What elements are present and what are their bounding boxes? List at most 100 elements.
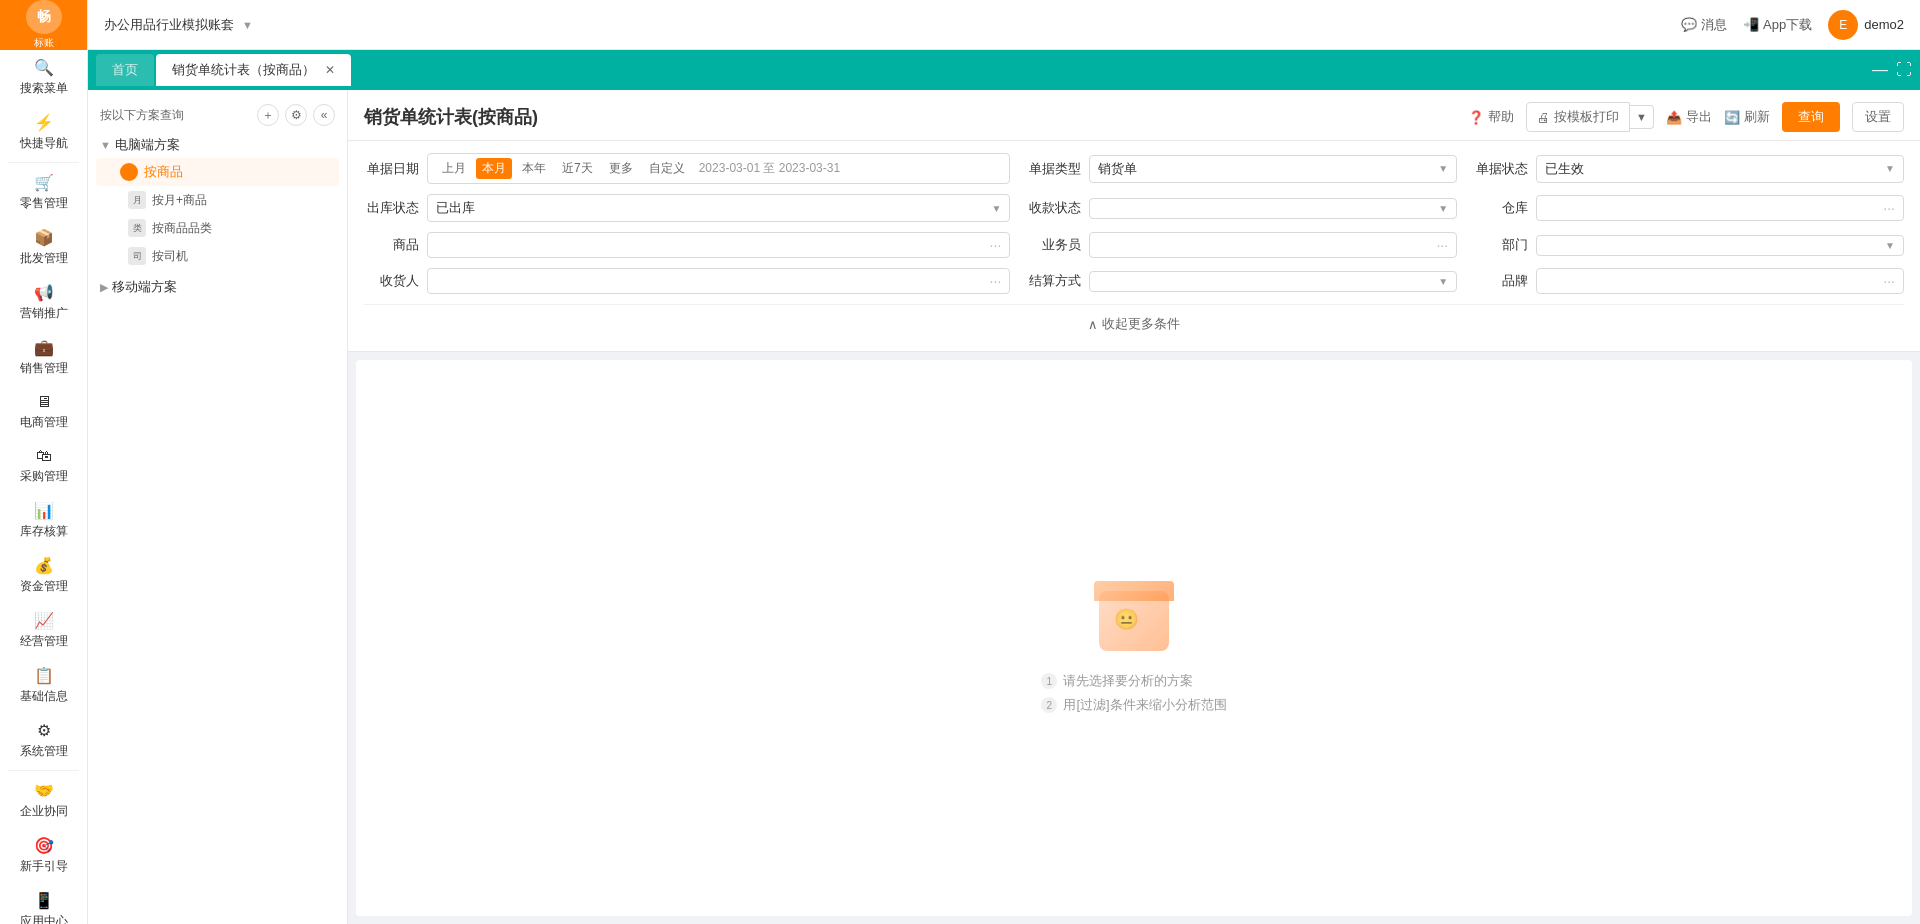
scheme-group-pc-header[interactable]: ▼ 电脑端方案 — [96, 132, 339, 158]
brand-control[interactable]: ··· — [1536, 268, 1904, 294]
dept-control[interactable]: ▼ — [1536, 235, 1904, 256]
doc-type-control[interactable]: 销货单 ▼ — [1089, 155, 1457, 183]
refresh-btn[interactable]: 🔄 刷新 — [1724, 108, 1770, 126]
date-tab-more[interactable]: 更多 — [603, 158, 639, 179]
warehouse-dots-icon[interactable]: ··· — [1883, 200, 1895, 216]
sidebar-item-search[interactable]: 🔍 搜索菜单 — [0, 50, 87, 105]
settlement-control[interactable]: ▼ — [1089, 271, 1457, 292]
left-panel-title: 按以下方案查询 ＋ ⚙ « — [96, 98, 339, 132]
date-control[interactable]: 上月 本月 本年 近7天 更多 自定义 2023-03-01 至 2023-03… — [427, 153, 1010, 184]
tab-close-icon[interactable]: ✕ — [325, 63, 335, 77]
sidebar-item-retail[interactable]: 🛒 零售管理 — [0, 165, 87, 220]
sidebar-item-finance[interactable]: 💰 资金管理 — [0, 548, 87, 603]
warehouse-control[interactable]: ··· — [1536, 195, 1904, 221]
sidebar-item-wholesale[interactable]: 📦 批发管理 — [0, 220, 87, 275]
sidebar-item-enterprise-coop[interactable]: 🤝 企业协同 — [0, 773, 87, 828]
sidebar-item-guide[interactable]: 🎯 新手引导 — [0, 828, 87, 883]
tab-maximize-icon[interactable]: ⛶ — [1896, 61, 1912, 79]
sidebar-item-ecommerce[interactable]: 🖥 电商管理 — [0, 385, 87, 439]
scheme-item-by-category[interactable]: 类 按商品品类 — [96, 214, 339, 242]
app-download-label: App下载 — [1763, 16, 1812, 34]
add-scheme-btn[interactable]: ＋ — [257, 104, 279, 126]
tab-home[interactable]: 首页 — [96, 54, 154, 86]
page-title: 销货单统计表(按商品) — [364, 105, 538, 129]
settings-scheme-btn[interactable]: ⚙ — [285, 104, 307, 126]
tab-minimize-icon[interactable]: — — [1872, 61, 1888, 79]
date-range: 2023-03-01 至 2023-03-31 — [699, 160, 840, 177]
print-btn[interactable]: 🖨 按模板打印 — [1526, 102, 1630, 132]
scheme-item-by-driver[interactable]: 司 按司机 — [96, 242, 339, 270]
scheme-item-icon-square3: 司 — [128, 247, 146, 265]
main-content: 办公用品行业模拟账套 ▼ 💬 消息 📲 App下载 E demo2 首页 — [88, 0, 1920, 924]
help-icon: ❓ — [1468, 110, 1484, 125]
date-tab-last-month[interactable]: 上月 — [436, 158, 472, 179]
search-icon: 🔍 — [34, 58, 54, 77]
product-dots-icon[interactable]: ··· — [990, 237, 1002, 253]
user-name: demo2 — [1864, 17, 1904, 32]
print-dropdown-arrow[interactable]: ▼ — [1630, 105, 1654, 129]
operations-icon: 📈 — [34, 611, 54, 630]
logo-char: 畅 — [37, 8, 51, 26]
sidebar-item-label: 库存核算 — [20, 523, 68, 540]
consignee-control[interactable]: ··· — [427, 268, 1010, 294]
tab-report[interactable]: 销货单统计表（按商品） ✕ — [156, 54, 351, 86]
date-tab-7days[interactable]: 近7天 — [556, 158, 599, 179]
message-btn[interactable]: 💬 消息 — [1681, 16, 1727, 34]
sidebar-item-label: 零售管理 — [20, 195, 68, 212]
app-download-icon: 📲 — [1743, 17, 1759, 32]
scheme-group-pc: ▼ 电脑端方案 按商品 月 按月+商品 类 按商品品类 司 按司机 — [96, 132, 339, 270]
sidebar-item-inventory[interactable]: 📊 库存核算 — [0, 493, 87, 548]
query-label: 查询 — [1798, 108, 1824, 126]
app-download-btn[interactable]: 📲 App下载 — [1743, 16, 1812, 34]
filter-item-settlement: 结算方式 ▼ — [1026, 271, 1457, 292]
date-tab-this-year[interactable]: 本年 — [516, 158, 552, 179]
user-area[interactable]: E demo2 — [1828, 10, 1904, 40]
sidebar-item-sales[interactable]: 💼 销售管理 — [0, 330, 87, 385]
sidebar-item-operations[interactable]: 📈 经营管理 — [0, 603, 87, 658]
sidebar-item-marketing[interactable]: 📢 营销推广 — [0, 275, 87, 330]
salesman-control[interactable]: ··· — [1089, 232, 1457, 258]
collapse-more-btn[interactable]: ∧ 收起更多条件 — [1082, 309, 1186, 339]
sidebar-nav: 🔍 搜索菜单 ⚡ 快捷导航 🛒 零售管理 📦 批发管理 📢 营销推广 💼 销售管… — [0, 50, 87, 924]
date-tab-this-month[interactable]: 本月 — [476, 158, 512, 179]
filter-row-2: 出库状态 已出库 ▼ 收款状态 ▼ 仓库 — [364, 194, 1904, 222]
warehouse-out-arrow-icon: ▼ — [991, 203, 1001, 214]
sidebar-item-label: 系统管理 — [20, 743, 68, 760]
help-btn[interactable]: ❓ 帮助 — [1468, 108, 1514, 126]
salesman-dots-icon[interactable]: ··· — [1436, 237, 1448, 253]
logo-text: 标账 — [34, 36, 54, 50]
wholesale-icon: 📦 — [34, 228, 54, 247]
filter-item-consignee: 收货人 ··· — [364, 268, 1010, 294]
filter-item-dept: 部门 ▼ — [1473, 235, 1904, 256]
warehouse-out-control[interactable]: 已出库 ▼ — [427, 194, 1010, 222]
receipt-status-control[interactable]: ▼ — [1089, 198, 1457, 219]
product-control[interactable]: ··· — [427, 232, 1010, 258]
avatar-text: E — [1839, 18, 1847, 32]
sidebar-item-app-center[interactable]: 📱 应用中心 — [0, 883, 87, 924]
empty-tips: 1 请先选择要分析的方案 2 用[过滤]条件来缩小分析范围 — [1041, 672, 1226, 720]
scheme-item-by-product[interactable]: 按商品 — [96, 158, 339, 186]
sidebar-item-basic[interactable]: 📋 基础信息 — [0, 658, 87, 713]
consignee-dots-icon[interactable]: ··· — [990, 273, 1002, 289]
export-btn[interactable]: 📤 导出 — [1666, 108, 1712, 126]
settings-btn[interactable]: 设置 — [1852, 102, 1904, 132]
scheme-group-mobile-header[interactable]: ▶ 移动端方案 — [96, 274, 339, 300]
sidebar-item-system[interactable]: ⚙ 系统管理 — [0, 713, 87, 768]
filter-item-warehouse-out: 出库状态 已出库 ▼ — [364, 194, 1010, 222]
brand-dots-icon[interactable]: ··· — [1883, 273, 1895, 289]
app-logo[interactable]: 畅 标账 — [0, 0, 87, 50]
query-btn[interactable]: 查询 — [1782, 102, 1840, 132]
finance-icon: 💰 — [34, 556, 54, 575]
app-center-icon: 📱 — [34, 891, 54, 910]
marketing-icon: 📢 — [34, 283, 54, 302]
app-title-dropdown-icon[interactable]: ▼ — [242, 19, 253, 31]
sidebar-item-quick-nav[interactable]: ⚡ 快捷导航 — [0, 105, 87, 160]
collapse-panel-btn[interactable]: « — [313, 104, 335, 126]
sales-icon: 💼 — [34, 338, 54, 357]
doc-type-value: 销货单 — [1098, 160, 1438, 178]
date-tab-custom[interactable]: 自定义 — [643, 158, 691, 179]
sidebar-item-purchase[interactable]: 🛍 采购管理 — [0, 439, 87, 493]
dept-arrow-icon: ▼ — [1885, 240, 1895, 251]
doc-status-control[interactable]: 已生效 ▼ — [1536, 155, 1904, 183]
scheme-item-by-month-product[interactable]: 月 按月+商品 — [96, 186, 339, 214]
